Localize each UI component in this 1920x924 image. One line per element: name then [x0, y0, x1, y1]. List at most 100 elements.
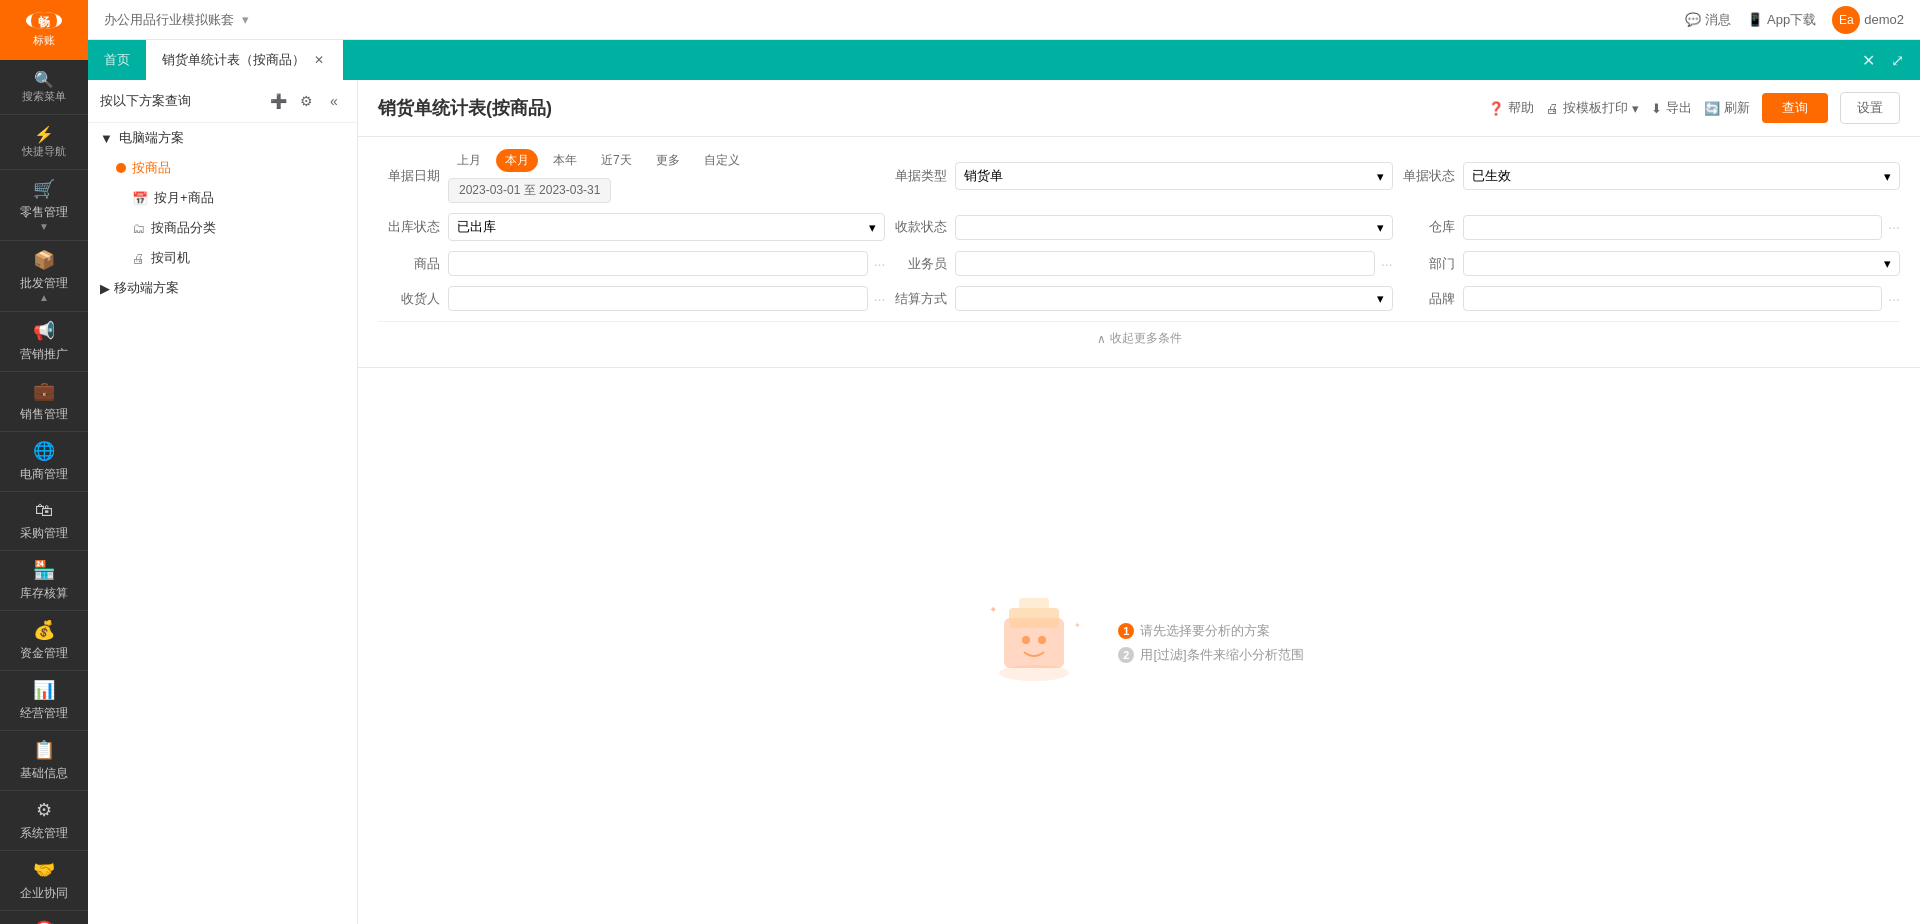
system-label: 系统管理: [20, 825, 68, 842]
wholesale-label: 批发管理: [20, 275, 68, 292]
avatar-text: Ea: [1839, 13, 1854, 27]
app-download-icon: 📱: [1747, 12, 1763, 27]
tree-item-by-category[interactable]: 🗂 按商品分类: [88, 213, 357, 243]
sidebar-item-wholesale[interactable]: 📦 批发管理 ▲: [0, 241, 88, 312]
sidebar-item-ecommerce[interactable]: 🌐 电商管理: [0, 432, 88, 492]
date-btn-this-year[interactable]: 本年: [544, 149, 586, 172]
date-btn-more[interactable]: 更多: [647, 149, 689, 172]
tree-item-by-month-goods[interactable]: 📅 按月+商品: [88, 183, 357, 213]
tree-driver-icon: 🖨: [132, 251, 145, 266]
ecommerce-icon: 🌐: [33, 440, 55, 462]
date-range-value[interactable]: 2023-03-01 至 2023-03-31: [448, 178, 611, 203]
payment-status-select[interactable]: ▾: [955, 215, 1392, 240]
salesperson-input[interactable]: [955, 251, 1375, 276]
settlement-select[interactable]: ▾: [955, 286, 1392, 311]
doc-type-select[interactable]: 销货单 ▾: [955, 162, 1392, 190]
empty-hint-2: 2 用[过滤]条件来缩小分析范围: [1118, 646, 1303, 664]
sales-label: 销售管理: [20, 406, 68, 423]
main-content: 销货单统计表(按商品) ❓ 帮助 🖨 按模板打印 ▾ ⬇ 导出: [358, 80, 1920, 924]
settings-scheme-btn[interactable]: ⚙: [295, 90, 317, 112]
sidebar-item-enterprise[interactable]: 🤝 企业协同: [0, 851, 88, 911]
print-icon: 🖨: [1546, 101, 1559, 116]
out-status-select[interactable]: 已出库 ▾: [448, 213, 885, 241]
topbar: 办公用品行业模拟账套 ▾ 💬 消息 📱 App下载 Ea demo2: [88, 0, 1920, 40]
date-btn-custom[interactable]: 自定义: [695, 149, 749, 172]
app-download-label: App下载: [1767, 11, 1816, 29]
sidebar-item-marketing[interactable]: 📢 营销推广: [0, 312, 88, 372]
doc-type-dropdown-icon: ▾: [1377, 169, 1384, 184]
empty-hint-1: 1 请先选择要分析的方案: [1118, 622, 1303, 640]
filter-doc-status-cell: 单据状态 已生效 ▾: [1393, 149, 1900, 203]
page-actions: ❓ 帮助 🖨 按模板打印 ▾ ⬇ 导出 🔄 刷新: [1488, 92, 1900, 124]
message-btn[interactable]: 💬 消息: [1685, 11, 1731, 29]
sidebar-search-item[interactable]: 🔍 搜索菜单: [0, 60, 88, 115]
marketing-icon: 📢: [33, 320, 55, 342]
filter-row-4: 收货人 ··· 结算方式 ▾: [378, 286, 1900, 311]
sidebar: 畅 标账 🔍 搜索菜单 ⚡ 快捷导航 🛒 零售管理 ▼ 📦 批发管理 ▲ 📢 营…: [0, 0, 88, 924]
user-profile-btn[interactable]: Ea demo2: [1832, 6, 1904, 34]
tab-maximize-btn[interactable]: ⤢: [1887, 47, 1908, 74]
page-title: 销货单统计表(按商品): [378, 96, 552, 120]
warehouse-dots[interactable]: ···: [1888, 219, 1900, 235]
sidebar-item-operation[interactable]: 📊 经营管理: [0, 671, 88, 731]
brand-dots[interactable]: ···: [1888, 291, 1900, 307]
warehouse-input[interactable]: [1463, 215, 1883, 240]
date-btn-this-month[interactable]: 本月: [496, 149, 538, 172]
tree-item-label: 按月+商品: [154, 189, 214, 207]
department-dropdown-icon: ▾: [1884, 256, 1891, 271]
svg-text:✦: ✦: [989, 604, 997, 615]
sidebar-item-inventory[interactable]: 🏪 库存核算: [0, 551, 88, 611]
empty-text: 1 请先选择要分析的方案 2 用[过滤]条件来缩小分析范围: [1118, 622, 1303, 670]
sidebar-item-basic[interactable]: 📋 基础信息: [0, 731, 88, 791]
filter-department-cell: 部门 ▾: [1393, 251, 1900, 276]
tab-stats[interactable]: 销货单统计表（按商品） ✕: [146, 40, 343, 80]
export-btn[interactable]: ⬇ 导出: [1651, 99, 1692, 117]
department-select[interactable]: ▾: [1463, 251, 1900, 276]
sidebar-item-sales[interactable]: 💼 销售管理: [0, 372, 88, 432]
doc-status-select[interactable]: 已生效 ▾: [1463, 162, 1900, 190]
receiver-dots[interactable]: ···: [874, 291, 886, 307]
newbie-icon: 🎯: [33, 919, 55, 924]
tree-item-by-goods[interactable]: 按商品: [88, 153, 357, 183]
sidebar-item-finance[interactable]: 💰 资金管理: [0, 611, 88, 671]
finance-icon: 💰: [33, 619, 55, 641]
tab-home[interactable]: 首页: [88, 40, 146, 80]
basic-label: 基础信息: [20, 765, 68, 782]
salesperson-dots[interactable]: ···: [1381, 256, 1393, 272]
out-status-value: 已出库: [457, 218, 496, 236]
tab-close-all-btn[interactable]: ✕: [1858, 47, 1879, 74]
sidebar-item-purchase[interactable]: 🛍 采购管理: [0, 492, 88, 551]
industry-dropdown-icon[interactable]: ▾: [242, 12, 249, 27]
date-btn-last-month[interactable]: 上月: [448, 149, 490, 172]
refresh-icon: 🔄: [1704, 101, 1720, 116]
add-scheme-btn[interactable]: ➕: [267, 90, 289, 112]
collapse-filter-btn[interactable]: ∧ 收起更多条件: [378, 321, 1900, 355]
date-btn-7days[interactable]: 近7天: [592, 149, 641, 172]
goods-dots[interactable]: ···: [874, 256, 886, 272]
receiver-input[interactable]: [448, 286, 868, 311]
date-picker-group: 上月 本月 本年 近7天 更多 自定义 2023-03-01 至 2023-03…: [448, 149, 885, 203]
settlement-control: ▾: [955, 286, 1392, 311]
goods-input[interactable]: [448, 251, 868, 276]
wholesale-arrow-icon: ▲: [39, 292, 49, 303]
tree-item-label: 按司机: [151, 249, 190, 267]
sidebar-quick-nav[interactable]: ⚡ 快捷导航: [0, 115, 88, 170]
app-download-btn[interactable]: 📱 App下载: [1747, 11, 1816, 29]
tab-close-btn[interactable]: ✕: [311, 52, 327, 68]
refresh-btn[interactable]: 🔄 刷新: [1704, 99, 1750, 117]
tree-item-mobile-schemes[interactable]: ▶ 移动端方案: [88, 273, 357, 303]
collapse-panel-btn[interactable]: «: [323, 90, 345, 112]
print-btn[interactable]: 🖨 按模板打印 ▾: [1546, 99, 1639, 117]
sidebar-item-newbie[interactable]: 🎯 新手引导: [0, 911, 88, 924]
svg-point-6: [1022, 636, 1030, 644]
retail-arrow-icon: ▼: [39, 221, 49, 232]
tree-item-by-driver[interactable]: 🖨 按司机: [88, 243, 357, 273]
settings-btn[interactable]: 设置: [1840, 92, 1900, 124]
svg-text:畅: 畅: [38, 15, 50, 29]
tree-item-pc-schemes[interactable]: ▼ 电脑端方案: [88, 123, 357, 153]
sidebar-item-system[interactable]: ⚙ 系统管理: [0, 791, 88, 851]
sidebar-item-retail[interactable]: 🛒 零售管理 ▼: [0, 170, 88, 241]
query-btn[interactable]: 查询: [1762, 93, 1828, 123]
brand-input[interactable]: [1463, 286, 1883, 311]
help-btn[interactable]: ❓ 帮助: [1488, 99, 1534, 117]
